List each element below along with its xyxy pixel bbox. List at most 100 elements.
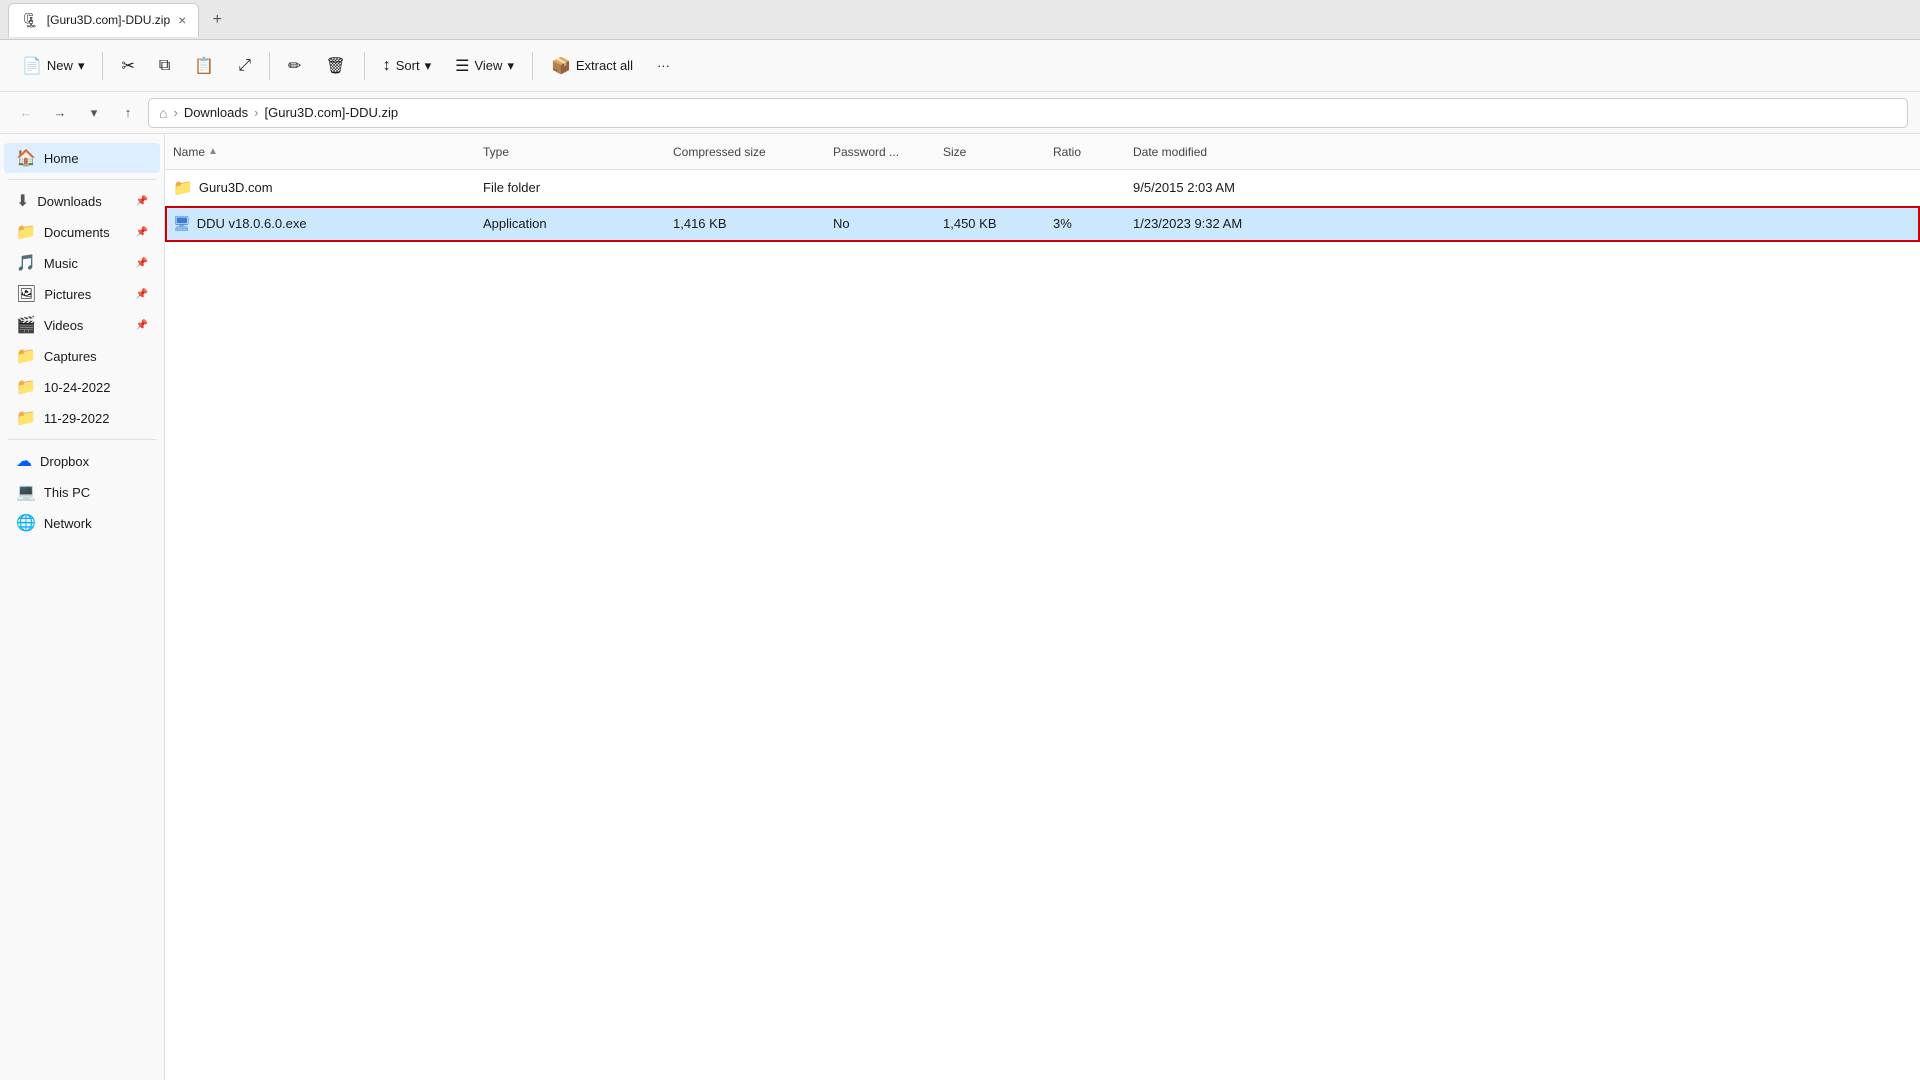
col-header-password[interactable]: Password ...	[833, 145, 943, 159]
cut-icon: ✂	[121, 56, 134, 76]
col-header-date[interactable]: Date modified	[1133, 145, 1333, 159]
downloads-icon: ⬇	[16, 191, 29, 211]
col-header-compressed[interactable]: Compressed size	[673, 145, 833, 159]
sidebar-item-captures[interactable]: 📁 Captures	[4, 341, 160, 371]
videos-icon: 🎬	[16, 315, 36, 335]
col-header-ratio[interactable]: Ratio	[1053, 145, 1133, 159]
sidebar-item-documents[interactable]: 📁 Documents 📌	[4, 217, 160, 247]
toolbar: 📄 New ▾ ✂ ⧉ 📋 ⤢ ✏ 🗑 ↕ Sort ▾ ☰ View ▾ 📦 …	[0, 40, 1920, 92]
file-area: Name ▲ Type Compressed size Password ...…	[165, 134, 1920, 1080]
new-button[interactable]: 📄 New ▾	[12, 48, 94, 84]
col-header-size[interactable]: Size	[943, 145, 1053, 159]
sidebar-thispc-label: This PC	[44, 485, 90, 500]
videos-pin-icon: 📌	[136, 320, 148, 331]
new-dropdown-arrow: ▾	[78, 58, 85, 74]
documents-icon: 📁	[16, 222, 36, 242]
extract-all-button[interactable]: 📦 Extract all	[541, 48, 643, 84]
pictures-pin-icon: 📌	[136, 289, 148, 300]
documents-pin-icon: 📌	[136, 227, 148, 238]
new-tab-button[interactable]: +	[203, 6, 231, 34]
cut-button[interactable]: ✂	[111, 48, 144, 84]
sidebar-videos-label: Videos	[44, 318, 84, 333]
file-name-cell: 🖥 DDU v18.0.6.0.exe	[173, 215, 483, 232]
extract-icon: 📦	[551, 56, 571, 76]
sidebar-item-thispc[interactable]: 💻 This PC	[4, 477, 160, 507]
address-home-icon: ⌂	[159, 105, 167, 121]
music-pin-icon: 📌	[136, 258, 148, 269]
table-row[interactable]: 📁 Guru3D.com File folder 9/5/2015 2:03 A…	[165, 170, 1920, 206]
separator-3	[364, 52, 365, 80]
sidebar-item-network[interactable]: 🌐 Network	[4, 508, 160, 538]
file-compressed-cell: 1,416 KB	[673, 216, 833, 231]
sort-icon: ↕	[383, 57, 391, 75]
back-button[interactable]: ←	[12, 99, 40, 127]
sidebar-item-downloads[interactable]: ⬇ Downloads 📌	[4, 186, 160, 216]
separator-1	[102, 52, 103, 80]
new-icon: 📄	[22, 56, 42, 76]
extract-label: Extract all	[576, 58, 633, 73]
pictures-icon: 🖼	[16, 284, 36, 304]
file-password-cell: No	[833, 216, 943, 231]
breadcrumb-zipfile[interactable]: [Guru3D.com]-DDU.zip	[264, 105, 398, 120]
folder-icon: 📁	[173, 178, 193, 198]
sidebar-downloads-label: Downloads	[37, 194, 101, 209]
sort-label: Sort	[396, 58, 420, 73]
col-header-type[interactable]: Type	[483, 145, 673, 159]
sidebar-item-dropbox[interactable]: ☁ Dropbox	[4, 446, 160, 476]
tab-close-button[interactable]: ×	[178, 13, 186, 27]
breadcrumb-downloads[interactable]: Downloads	[184, 105, 248, 120]
sidebar-item-music[interactable]: 🎵 Music 📌	[4, 248, 160, 278]
network-icon: 🌐	[16, 513, 36, 533]
sidebar-captures-label: Captures	[44, 349, 97, 364]
sidebar-item-videos[interactable]: 🎬 Videos 📌	[4, 310, 160, 340]
back-icon: ←	[20, 105, 33, 120]
file-date-cell: 9/5/2015 2:03 AM	[1133, 180, 1333, 195]
folder1-icon: 📁	[16, 377, 36, 397]
copy-button[interactable]: ⧉	[149, 48, 180, 84]
separator-2	[269, 52, 270, 80]
sidebar-music-label: Music	[44, 256, 78, 271]
table-row[interactable]: 🖥 DDU v18.0.6.0.exe Application 1,416 KB…	[165, 206, 1920, 242]
sort-button[interactable]: ↕ Sort ▾	[373, 48, 441, 84]
up-button[interactable]: ↑	[114, 99, 142, 127]
delete-icon: 🗑	[325, 56, 345, 76]
view-dropdown-arrow: ▾	[507, 58, 514, 74]
file-size-cell: 1,450 KB	[943, 216, 1053, 231]
sidebar-item-folder-1[interactable]: 📁 10-24-2022	[4, 372, 160, 402]
dropdown-icon: ▾	[91, 105, 98, 121]
up-icon: ↑	[125, 105, 132, 120]
sidebar-divider-2	[8, 439, 156, 440]
view-button[interactable]: ☰ View ▾	[445, 48, 524, 84]
dropbox-icon: ☁	[16, 451, 32, 471]
active-tab[interactable]: 🗜 [Guru3D.com]-DDU.zip ×	[8, 3, 199, 37]
main-layout: 🏠 Home ⬇ Downloads 📌 📁 Documents 📌 🎵 Mus…	[0, 134, 1920, 1080]
more-options-button[interactable]: ···	[647, 48, 680, 84]
file-date-cell: 1/23/2023 9:32 AM	[1133, 216, 1333, 231]
sidebar-folder2-label: 11-29-2022	[44, 411, 110, 426]
move-button[interactable]: ⤢	[228, 48, 261, 84]
file-name-cell: 📁 Guru3D.com	[173, 178, 483, 198]
paste-button[interactable]: 📋	[184, 48, 224, 84]
sidebar-item-pictures[interactable]: 🖼 Pictures 📌	[4, 279, 160, 309]
sidebar-divider-1	[8, 179, 156, 180]
rename-button[interactable]: ✏	[278, 48, 311, 84]
sidebar-item-home[interactable]: 🏠 Home	[4, 143, 160, 173]
folder2-icon: 📁	[16, 408, 36, 428]
move-icon: ⤢	[238, 57, 251, 75]
forward-button[interactable]: →	[46, 99, 74, 127]
copy-icon: ⧉	[159, 57, 170, 75]
captures-icon: 📁	[16, 346, 36, 366]
file-type-cell: Application	[483, 216, 673, 231]
file-name: Guru3D.com	[199, 180, 273, 195]
dropdown-button[interactable]: ▾	[80, 99, 108, 127]
sidebar-item-folder-2[interactable]: 📁 11-29-2022	[4, 403, 160, 433]
address-bar[interactable]: ⌂ › Downloads › [Guru3D.com]-DDU.zip	[148, 98, 1908, 128]
tab-bar: 🗜 [Guru3D.com]-DDU.zip × +	[0, 0, 1920, 40]
delete-button[interactable]: 🗑	[315, 48, 355, 84]
sidebar-home-label: Home	[44, 151, 79, 166]
more-icon: ···	[657, 58, 670, 73]
col-header-name[interactable]: Name ▲	[173, 145, 483, 159]
sidebar: 🏠 Home ⬇ Downloads 📌 📁 Documents 📌 🎵 Mus…	[0, 134, 165, 1080]
sort-asc-icon: ▲	[208, 146, 218, 157]
sidebar-documents-label: Documents	[44, 225, 110, 240]
